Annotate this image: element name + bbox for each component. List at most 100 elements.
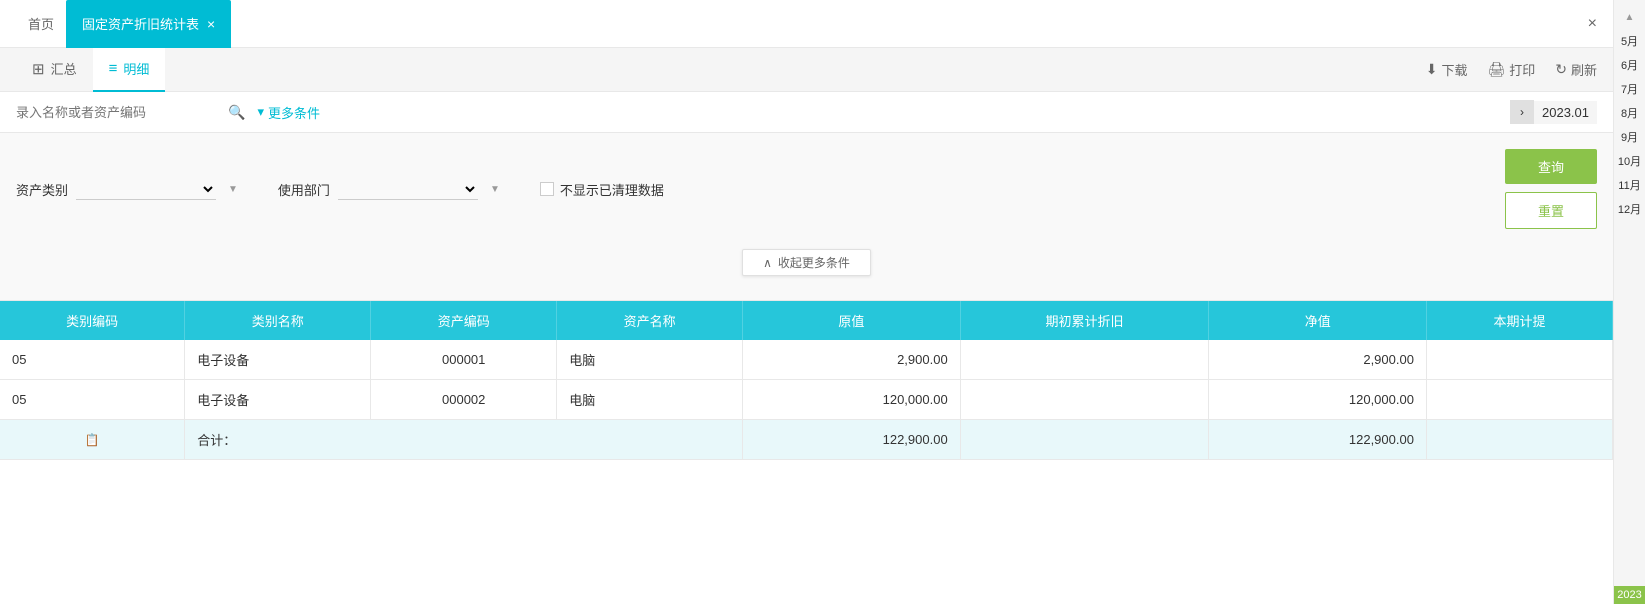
subtotal-accumulated bbox=[960, 420, 1209, 460]
top-nav: 首页 固定资产折旧统计表 × × bbox=[0, 0, 1613, 48]
cell-asset-name: 电脑 bbox=[557, 380, 743, 420]
asset-category-arrow: ▼ bbox=[228, 184, 238, 195]
col-asset-code: 资产编码 bbox=[371, 301, 557, 340]
download-btn[interactable]: ⬇ 下载 bbox=[1426, 60, 1468, 79]
subtotal-row: 📋 合计： 122,900.00 122,900.00 bbox=[0, 420, 1613, 460]
collapse-icon: ∧ bbox=[763, 256, 772, 270]
cell-asset-name: 电脑 bbox=[557, 340, 743, 380]
collapse-bar: ∧ 收起更多条件 bbox=[16, 241, 1597, 284]
tab-summary-label: 汇总 bbox=[51, 59, 77, 78]
tab-summary[interactable]: ⊞ 汇总 bbox=[16, 48, 93, 92]
date-prev-btn[interactable]: › bbox=[1510, 100, 1534, 124]
col-current-depreciation: 本期计提 bbox=[1426, 301, 1612, 340]
tab-detail[interactable]: ≡ 明细 bbox=[93, 48, 166, 92]
filter-panel: 资产类别 ▼ 使用部门 ▼ 不显示已清理数据 查询 重置 bbox=[0, 133, 1613, 301]
hide-cleared-label: 不显示已清理数据 bbox=[560, 180, 664, 199]
print-label: 打印 bbox=[1509, 60, 1535, 79]
subtotal-original-value: 122,900.00 bbox=[743, 420, 961, 460]
collapse-btn[interactable]: ∧ 收起更多条件 bbox=[742, 249, 871, 276]
download-icon: ⬇ bbox=[1426, 61, 1438, 78]
year-badge: 2023 bbox=[1614, 586, 1645, 604]
summary-icon: ⊞ bbox=[32, 60, 45, 78]
toolbar-tabs: ⊞ 汇总 ≡ 明细 ⬇ 下载 🖨 打印 ↻ 刷新 bbox=[0, 48, 1613, 92]
search-icon[interactable]: 🔍 bbox=[228, 104, 245, 121]
sidebar-month-item[interactable]: 9月 bbox=[1614, 125, 1645, 149]
cell-accumulated-depreciation bbox=[960, 380, 1209, 420]
filter-actions: 查询 重置 bbox=[1505, 149, 1597, 229]
col-category-name: 类别名称 bbox=[185, 301, 371, 340]
cell-original-value: 2,900.00 bbox=[743, 340, 961, 380]
window-close-btn[interactable]: × bbox=[1588, 15, 1597, 33]
department-select[interactable] bbox=[338, 178, 478, 200]
col-accumulated-depreciation: 期初累计折旧 bbox=[960, 301, 1209, 340]
search-bar: 🔍 ▾ 更多条件 › 2023.01 bbox=[0, 92, 1613, 133]
col-asset-name: 资产名称 bbox=[557, 301, 743, 340]
hide-cleared-checkbox[interactable] bbox=[540, 182, 554, 196]
cell-net-value: 120,000.00 bbox=[1209, 380, 1427, 420]
sidebar-month-item[interactable]: 5月 bbox=[1614, 29, 1645, 53]
collapse-label: 收起更多条件 bbox=[778, 254, 850, 271]
tab-actions: ⬇ 下载 🖨 打印 ↻ 刷新 bbox=[1426, 60, 1597, 79]
sidebar-month-item[interactable]: 12月 bbox=[1614, 197, 1645, 221]
cell-current-depreciation bbox=[1426, 340, 1612, 380]
nav-tab-depreciation[interactable]: 固定资产折旧统计表 × bbox=[66, 0, 231, 48]
sidebar-scroll-up[interactable]: ▲ bbox=[1621, 8, 1639, 27]
right-sidebar: ▲ 5月6月7月8月9月10月11月12月 2023 bbox=[1613, 0, 1645, 604]
date-nav: › 2023.01 bbox=[1510, 100, 1597, 124]
department-label: 使用部门 bbox=[278, 180, 330, 199]
sidebar-month-item[interactable]: 7月 bbox=[1614, 77, 1645, 101]
sidebar-month-item[interactable]: 6月 bbox=[1614, 53, 1645, 77]
asset-category-label: 资产类别 bbox=[16, 180, 68, 199]
nav-tab-label: 固定资产折旧统计表 bbox=[82, 14, 199, 33]
refresh-btn[interactable]: ↻ 刷新 bbox=[1555, 60, 1597, 79]
refresh-label: 刷新 bbox=[1571, 60, 1597, 79]
hide-cleared-item: 不显示已清理数据 bbox=[540, 180, 664, 199]
more-filters-btn[interactable]: ▾ 更多条件 bbox=[257, 103, 320, 122]
subtotal-net-value: 122,900.00 bbox=[1209, 420, 1427, 460]
reset-btn[interactable]: 重置 bbox=[1505, 192, 1597, 229]
print-icon: 🖨 bbox=[1487, 61, 1505, 78]
cell-category-name: 电子设备 bbox=[185, 380, 371, 420]
subtotal-label: 合计： bbox=[185, 420, 743, 460]
filter-department: 使用部门 ▼ bbox=[278, 178, 500, 200]
asset-category-select[interactable] bbox=[76, 178, 216, 200]
cell-net-value: 2,900.00 bbox=[1209, 340, 1427, 380]
col-original-value: 原值 bbox=[743, 301, 961, 340]
filter-asset-category: 资产类别 ▼ bbox=[16, 178, 238, 200]
sidebar-month-item[interactable]: 10月 bbox=[1614, 149, 1645, 173]
cell-category-code: 05 bbox=[0, 340, 185, 380]
tab-detail-label: 明细 bbox=[123, 59, 149, 78]
filter-label: 更多条件 bbox=[268, 103, 320, 122]
table-row: 05 电子设备 000001 电脑 2,900.00 2,900.00 bbox=[0, 340, 1613, 380]
cell-category-code: 05 bbox=[0, 380, 185, 420]
col-net-value: 净值 bbox=[1209, 301, 1427, 340]
search-input[interactable] bbox=[16, 105, 216, 120]
detail-icon: ≡ bbox=[109, 60, 118, 77]
col-category-code: 类别编码 bbox=[0, 301, 185, 340]
filter-icon: ▾ bbox=[257, 104, 264, 120]
cell-current-depreciation bbox=[1426, 380, 1612, 420]
download-label: 下载 bbox=[1441, 60, 1467, 79]
department-arrow: ▼ bbox=[490, 184, 500, 195]
cell-category-name: 电子设备 bbox=[185, 340, 371, 380]
cell-asset-code: 000002 bbox=[371, 380, 557, 420]
nav-tab-close[interactable]: × bbox=[207, 16, 215, 32]
table-row: 05 电子设备 000002 电脑 120,000.00 120,000.00 bbox=[0, 380, 1613, 420]
cell-original-value: 120,000.00 bbox=[743, 380, 961, 420]
subtotal-current bbox=[1426, 420, 1612, 460]
table-header-row: 类别编码 类别名称 资产编码 资产名称 原值 期初累计折旧 净值 本期计提 bbox=[0, 301, 1613, 340]
subtotal-icon-cell: 📋 bbox=[0, 420, 185, 460]
date-display: 2023.01 bbox=[1534, 101, 1597, 124]
sidebar-month-item[interactable]: 11月 bbox=[1614, 173, 1645, 197]
subtotal-icon: 📋 bbox=[85, 433, 100, 447]
print-btn[interactable]: 🖨 打印 bbox=[1487, 60, 1535, 79]
query-btn[interactable]: 查询 bbox=[1505, 149, 1597, 184]
table-wrapper: 类别编码 类别名称 资产编码 资产名称 原值 期初累计折旧 净值 本期计提 05… bbox=[0, 301, 1613, 604]
cell-asset-code: 000001 bbox=[371, 340, 557, 380]
refresh-icon: ↻ bbox=[1555, 61, 1567, 78]
filter-row: 资产类别 ▼ 使用部门 ▼ 不显示已清理数据 查询 重置 bbox=[16, 149, 1597, 229]
nav-home[interactable]: 首页 bbox=[16, 14, 66, 33]
main-table: 类别编码 类别名称 资产编码 资产名称 原值 期初累计折旧 净值 本期计提 05… bbox=[0, 301, 1613, 460]
cell-accumulated-depreciation bbox=[960, 340, 1209, 380]
sidebar-month-item[interactable]: 8月 bbox=[1614, 101, 1645, 125]
